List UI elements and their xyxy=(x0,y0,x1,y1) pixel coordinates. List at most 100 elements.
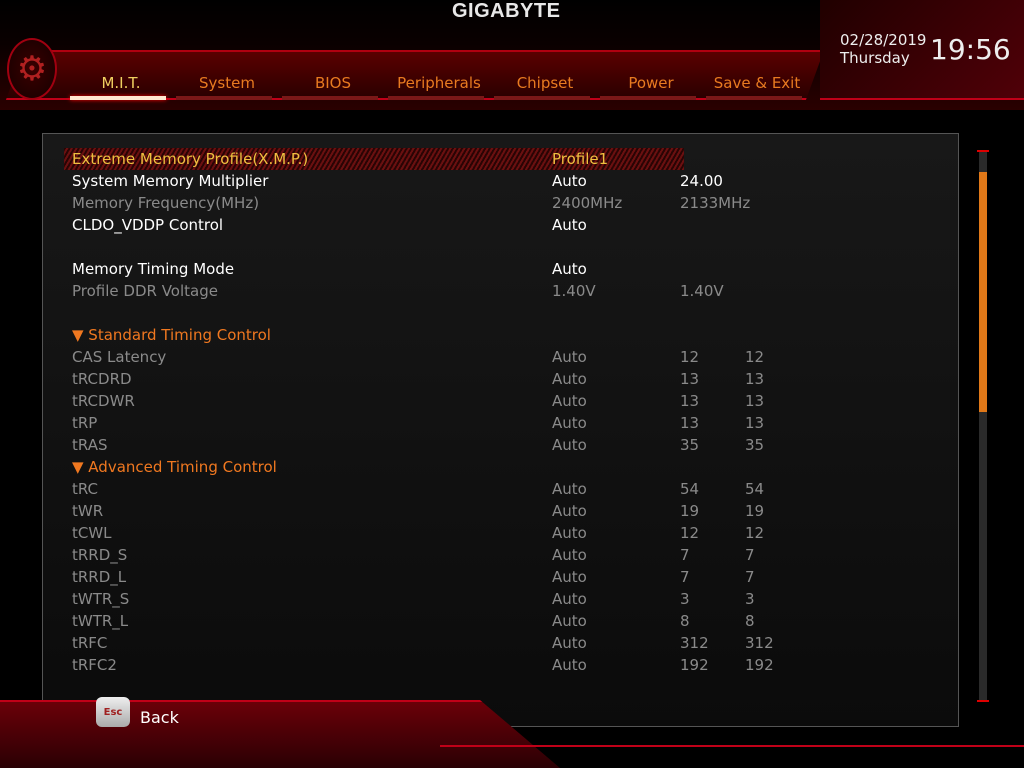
tab-peripherals[interactable]: Peripherals xyxy=(386,74,492,100)
weekday: Thursday xyxy=(840,49,910,67)
time-display: 19:56 xyxy=(930,33,1011,66)
current-value: 8 xyxy=(680,612,690,630)
setting-value: Auto xyxy=(552,172,587,190)
setting-row[interactable]: Profile DDR Voltage 1.40V 1.40V xyxy=(42,280,942,302)
setting-label: tRC xyxy=(72,480,99,498)
setting-value: Auto xyxy=(552,524,587,542)
current-value: 1.40V xyxy=(680,282,724,300)
current-value: 7 xyxy=(680,546,690,564)
setting-label: tWTR_S xyxy=(72,590,130,608)
tab-underline xyxy=(176,96,272,100)
section-header[interactable]: ▼ Standard Timing Control xyxy=(42,324,942,346)
setting-label: tRCDWR xyxy=(72,392,135,410)
setting-row[interactable]: CAS Latency Auto 12 12 xyxy=(42,346,942,368)
default-value: 312 xyxy=(745,634,774,652)
setting-row[interactable]: tRRD_L Auto 7 7 xyxy=(42,566,942,588)
tab-underline xyxy=(282,96,378,100)
default-value: 35 xyxy=(745,436,765,454)
current-value: 7 xyxy=(680,568,690,586)
tab-m-i-t[interactable]: M.I.T. xyxy=(68,74,174,100)
current-value: 13 xyxy=(680,414,700,432)
setting-row[interactable]: tRCDRD Auto 13 13 xyxy=(42,368,942,390)
setting-row[interactable]: tRAS Auto 35 35 xyxy=(42,434,942,456)
setting-value: Auto xyxy=(552,502,587,520)
esc-key-icon[interactable]: Esc xyxy=(96,697,130,727)
setting-label: tRRD_S xyxy=(72,546,128,564)
setting-row[interactable]: tRFC Auto 312 312 xyxy=(42,632,942,654)
setting-value: Auto xyxy=(552,436,587,454)
tab-bios[interactable]: BIOS xyxy=(280,74,386,100)
scrollbar[interactable] xyxy=(977,150,989,702)
default-value: 19 xyxy=(745,502,765,520)
setting-value: Auto xyxy=(552,414,587,432)
current-value: 12 xyxy=(680,524,700,542)
setting-label: tWR xyxy=(72,502,104,520)
footer-bar xyxy=(0,700,560,768)
default-value: 3 xyxy=(745,590,755,608)
default-value: 13 xyxy=(745,370,765,388)
gear-icon[interactable]: ⚙ xyxy=(7,38,57,100)
setting-row[interactable]: tRP Auto 13 13 xyxy=(42,412,942,434)
tab-label: System xyxy=(199,74,255,92)
tab-underline xyxy=(70,96,166,100)
setting-row[interactable]: tWTR_L Auto 8 8 xyxy=(42,610,942,632)
setting-value: Auto xyxy=(552,612,587,630)
tab-label: Chipset xyxy=(516,74,574,92)
current-value: 192 xyxy=(680,656,709,674)
setting-row[interactable]: tRCDWR Auto 13 13 xyxy=(42,390,942,412)
tab-label: BIOS xyxy=(314,74,352,92)
tab-underline xyxy=(388,96,484,100)
footer-line xyxy=(440,745,1024,747)
setting-label: tRFC2 xyxy=(72,656,117,674)
current-value: 12 xyxy=(680,348,700,366)
date: 02/28/2019 xyxy=(840,31,927,49)
default-value: 13 xyxy=(745,392,765,410)
default-value: 12 xyxy=(745,524,765,542)
setting-label: ▼ Standard Timing Control xyxy=(72,326,271,344)
setting-value: Auto xyxy=(552,216,587,234)
default-value: 54 xyxy=(745,480,765,498)
setting-row[interactable]: tRC Auto 54 54 xyxy=(42,478,942,500)
back-button[interactable]: Back xyxy=(140,708,179,727)
default-value: 8 xyxy=(745,612,755,630)
setting-row[interactable]: System Memory Multiplier Auto 24.00 xyxy=(42,170,942,192)
setting-value: Auto xyxy=(552,480,587,498)
current-value: 54 xyxy=(680,480,700,498)
setting-label: ▼ Advanced Timing Control xyxy=(72,458,277,476)
default-value: 12 xyxy=(745,348,765,366)
setting-label: tRP xyxy=(72,414,98,432)
setting-label: tRFC xyxy=(72,634,108,652)
current-value: 24.00 xyxy=(680,172,723,190)
setting-value: 1.40V xyxy=(552,282,596,300)
tab-chipset[interactable]: Chipset xyxy=(492,74,598,100)
setting-row[interactable]: tWTR_S Auto 3 3 xyxy=(42,588,942,610)
setting-row[interactable]: Memory Frequency(MHz) 2400MHz 2133MHz xyxy=(42,192,942,214)
setting-row[interactable]: tCWL Auto 12 12 xyxy=(42,522,942,544)
tab-power[interactable]: Power xyxy=(598,74,704,100)
setting-value: Auto xyxy=(552,568,587,586)
tab-underline xyxy=(494,96,590,100)
setting-row[interactable]: Extreme Memory Profile(X.M.P.) Profile1 xyxy=(64,148,684,170)
setting-value: Auto xyxy=(552,392,587,410)
settings-list: Extreme Memory Profile(X.M.P.) Profile1 Sy… xyxy=(42,148,942,676)
setting-row[interactable]: tWR Auto 19 19 xyxy=(42,500,942,522)
setting-value: Auto xyxy=(552,260,587,278)
tab-save-exit[interactable]: Save & Exit xyxy=(704,74,810,100)
current-value: 2133MHz xyxy=(680,194,751,212)
setting-row[interactable]: tRFC2 Auto 192 192 xyxy=(42,654,942,676)
setting-label: Profile DDR Voltage xyxy=(72,282,218,300)
tab-label: Power xyxy=(628,74,674,92)
scrollbar-thumb[interactable] xyxy=(979,172,987,412)
setting-value: Auto xyxy=(552,656,587,674)
section-header[interactable]: ▼ Advanced Timing Control xyxy=(42,456,942,478)
tab-system[interactable]: System xyxy=(174,74,280,100)
setting-row[interactable]: CLDO_VDDP Control Auto xyxy=(42,214,942,236)
main-tabs: M.I.T. System BIOS Peripherals Chipset Power S… xyxy=(68,74,810,100)
setting-row[interactable]: Memory Timing Mode Auto xyxy=(42,258,942,280)
tab-underline xyxy=(600,96,696,100)
setting-value: Profile1 xyxy=(552,150,609,168)
setting-row[interactable]: tRRD_S Auto 7 7 xyxy=(42,544,942,566)
setting-label: tCWL xyxy=(72,524,112,542)
setting-value: 2400MHz xyxy=(552,194,623,212)
